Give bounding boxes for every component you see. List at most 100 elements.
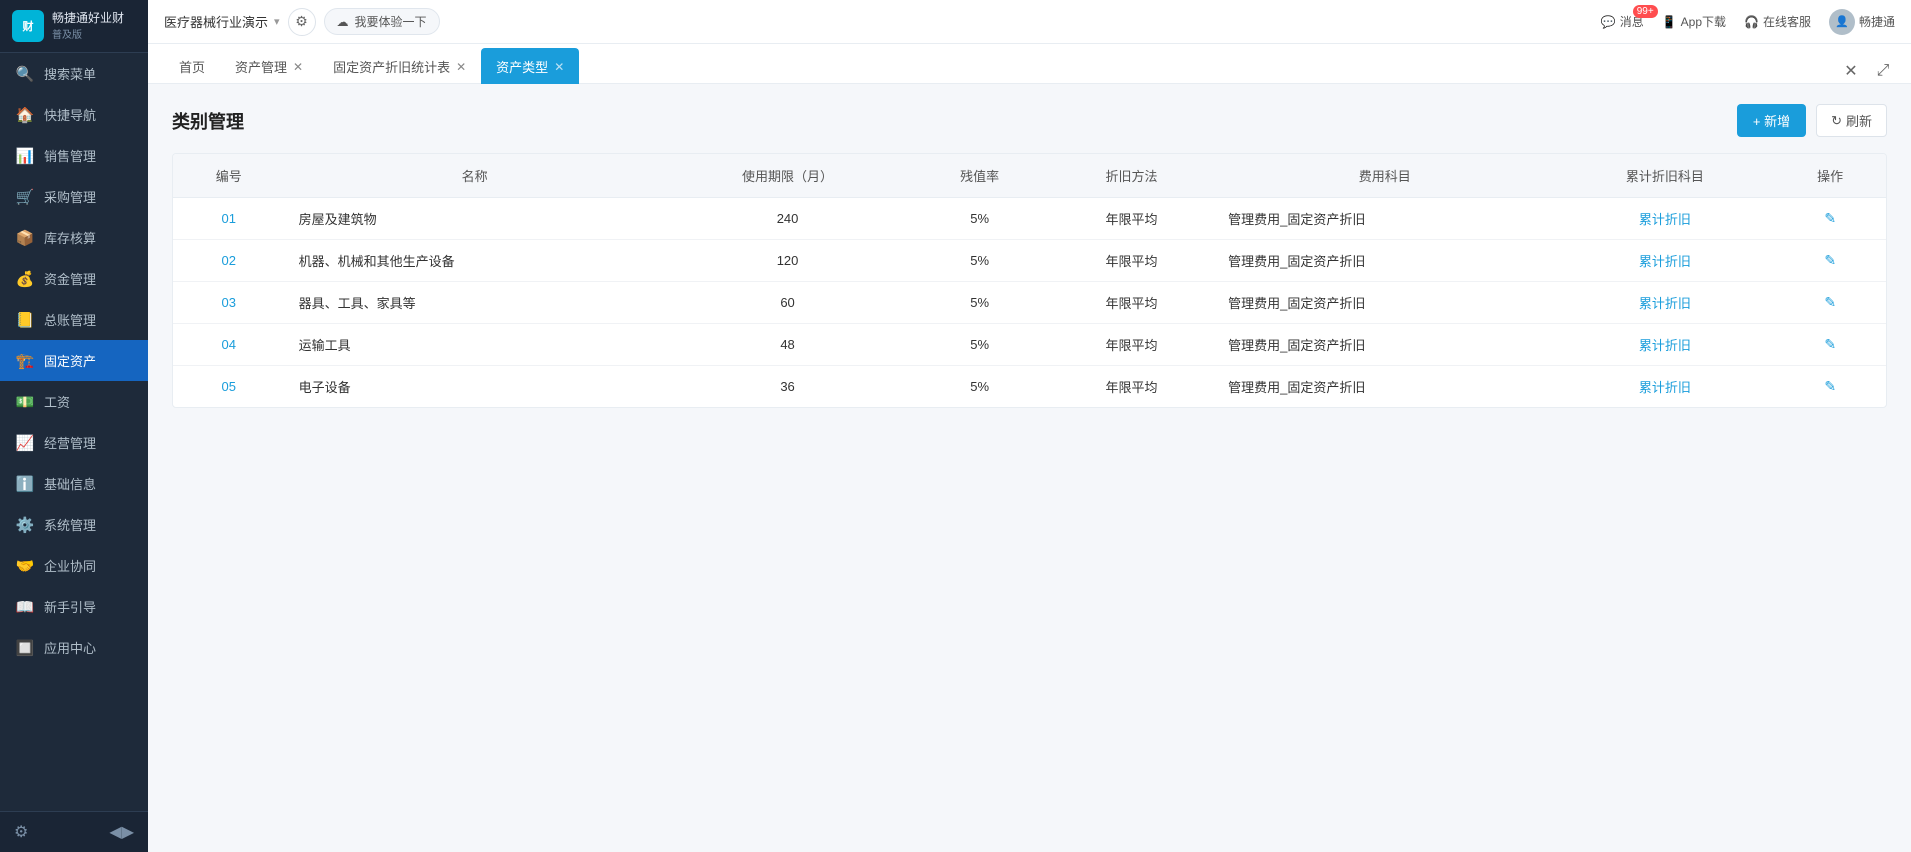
- sidebar-item-label: 总账管理: [44, 310, 96, 329]
- company-selector[interactable]: 医疗器械行业演示 ▾: [164, 12, 280, 31]
- sidebar-item-ledger[interactable]: 📒 总账管理: [0, 299, 148, 340]
- new-button[interactable]: + 新增: [1737, 104, 1806, 137]
- table-cell: 管理费用_固定资产折旧: [1214, 240, 1555, 282]
- table-cell: 累计折旧: [1555, 324, 1774, 366]
- sidebar-item-enterprise[interactable]: 🤝 企业协同: [0, 545, 148, 586]
- sidebar-item-label: 固定资产: [44, 351, 96, 370]
- tab-close-icon[interactable]: ✕: [456, 60, 466, 74]
- enterprise-icon: 🤝: [16, 557, 34, 575]
- table-cell: 管理费用_固定资产折旧: [1214, 324, 1555, 366]
- sidebar-item-fixed-assets[interactable]: 🏗️ 固定资产: [0, 340, 148, 381]
- logo-text: 畅捷通好业财: [52, 11, 124, 27]
- collapse-icon[interactable]: ◀▶: [109, 822, 134, 842]
- tab-label: 首页: [179, 57, 205, 76]
- table-cell: 5%: [910, 282, 1048, 324]
- tab-controls: ✕ ⤢: [1839, 59, 1895, 83]
- table-cell: 年限平均: [1049, 282, 1214, 324]
- app-logo: 财 畅捷通好业财 普及版: [0, 0, 148, 53]
- cloud-icon: ☁: [337, 15, 349, 29]
- edit-button[interactable]: ✎: [1774, 324, 1886, 366]
- table-cell: 240: [665, 198, 911, 240]
- company-settings-icon[interactable]: ⚙: [288, 8, 316, 36]
- table-cell: 04: [173, 324, 285, 366]
- sidebar: 财 畅捷通好业财 普及版 🔍 搜索菜单 🏠 快捷导航 📊 销售管理 🛒 采购管理…: [0, 0, 148, 852]
- col-header: 残值率: [910, 154, 1048, 198]
- basic-info-icon: ℹ️: [16, 475, 34, 493]
- tab-close-icon[interactable]: ✕: [293, 60, 303, 74]
- customer-service-button[interactable]: 🎧 在线客服: [1744, 13, 1811, 30]
- sidebar-item-system[interactable]: ⚙️ 系统管理: [0, 504, 148, 545]
- tab-asset-type[interactable]: 资产类型✕: [481, 48, 579, 84]
- purchase-icon: 🛒: [16, 188, 34, 206]
- col-header: 费用科目: [1214, 154, 1555, 198]
- edit-button[interactable]: ✎: [1774, 282, 1886, 324]
- table-row: 02机器、机械和其他生产设备1205%年限平均管理费用_固定资产折旧累计折旧✎: [173, 240, 1886, 282]
- message-icon: 💬: [1601, 15, 1616, 29]
- table-cell: 05: [173, 366, 285, 408]
- sidebar-item-quick-nav[interactable]: 🏠 快捷导航: [0, 94, 148, 135]
- table-cell: 管理费用_固定资产折旧: [1214, 282, 1555, 324]
- table-cell: 5%: [910, 240, 1048, 282]
- headset-icon: 🎧: [1744, 15, 1759, 29]
- quick-nav-icon: 🏠: [16, 106, 34, 124]
- edit-button[interactable]: ✎: [1774, 366, 1886, 408]
- sidebar-item-label: 采购管理: [44, 187, 96, 206]
- sidebar-item-sales[interactable]: 📊 销售管理: [0, 135, 148, 176]
- avatar: 👤: [1829, 9, 1855, 35]
- table-cell: 管理费用_固定资产折旧: [1214, 366, 1555, 408]
- sidebar-item-label: 资金管理: [44, 269, 96, 288]
- sidebar-item-app-center[interactable]: 🔲 应用中心: [0, 627, 148, 668]
- close-tab-button[interactable]: ✕: [1839, 59, 1863, 83]
- sidebar-nav: 🔍 搜索菜单 🏠 快捷导航 📊 销售管理 🛒 采购管理 📦 库存核算 💰 资金管…: [0, 53, 148, 811]
- sales-icon: 📊: [16, 147, 34, 165]
- table-cell: 房屋及建筑物: [285, 198, 665, 240]
- refresh-button[interactable]: ↻ 刷新: [1816, 104, 1887, 137]
- tab-close-icon[interactable]: ✕: [554, 60, 564, 74]
- sidebar-item-basic-info[interactable]: ℹ️ 基础信息: [0, 463, 148, 504]
- funds-icon: 💰: [16, 270, 34, 288]
- tab-fixed-asset-table[interactable]: 固定资产折旧统计表✕: [318, 48, 481, 84]
- sidebar-item-funds[interactable]: 💰 资金管理: [0, 258, 148, 299]
- ledger-icon: 📒: [16, 311, 34, 329]
- search-icon: 🔍: [16, 65, 34, 83]
- system-icon: ⚙️: [16, 516, 34, 534]
- table-header: 编号名称使用期限（月）残值率折旧方法费用科目累计折旧科目操作: [173, 154, 1886, 198]
- sidebar-item-label: 快捷导航: [44, 105, 96, 124]
- maximize-button[interactable]: ⤢: [1871, 59, 1895, 83]
- app-download-button[interactable]: 📱 App下载: [1662, 13, 1726, 30]
- logo-sub: 普及版: [52, 26, 124, 41]
- experience-button[interactable]: ☁ 我要体验一下: [324, 8, 440, 35]
- table-row: 01房屋及建筑物2405%年限平均管理费用_固定资产折旧累计折旧✎: [173, 198, 1886, 240]
- sidebar-item-search[interactable]: 🔍 搜索菜单: [0, 53, 148, 94]
- edit-button[interactable]: ✎: [1774, 240, 1886, 282]
- settings-icon[interactable]: ⚙: [14, 822, 28, 842]
- sidebar-item-inventory[interactable]: 📦 库存核算: [0, 217, 148, 258]
- logo-icon: 财: [12, 10, 44, 42]
- tab-home[interactable]: 首页: [164, 48, 220, 84]
- payroll-icon: 💵: [16, 393, 34, 411]
- sidebar-item-operations[interactable]: 📈 经营管理: [0, 422, 148, 463]
- sidebar-item-label: 基础信息: [44, 474, 96, 493]
- col-header: 编号: [173, 154, 285, 198]
- table-cell: 48: [665, 324, 911, 366]
- sidebar-item-purchase[interactable]: 🛒 采购管理: [0, 176, 148, 217]
- sidebar-item-label: 应用中心: [44, 638, 96, 657]
- sidebar-item-label: 工资: [44, 392, 70, 411]
- table-cell: 120: [665, 240, 911, 282]
- col-header: 累计折旧科目: [1555, 154, 1774, 198]
- sidebar-item-payroll[interactable]: 💵 工资: [0, 381, 148, 422]
- sidebar-item-guide[interactable]: 📖 新手引导: [0, 586, 148, 627]
- table-cell: 运输工具: [285, 324, 665, 366]
- edit-button[interactable]: ✎: [1774, 198, 1886, 240]
- table-cell: 01: [173, 198, 285, 240]
- col-header: 名称: [285, 154, 665, 198]
- table-row: 05电子设备365%年限平均管理费用_固定资产折旧累计折旧✎: [173, 366, 1886, 408]
- table-cell: 5%: [910, 198, 1048, 240]
- sidebar-item-label: 企业协同: [44, 556, 96, 575]
- user-menu[interactable]: 👤 畅捷通: [1829, 9, 1895, 35]
- table-row: 03器具、工具、家具等605%年限平均管理费用_固定资产折旧累计折旧✎: [173, 282, 1886, 324]
- chevron-down-icon: ▾: [274, 15, 280, 28]
- tab-asset-mgmt[interactable]: 资产管理✕: [220, 48, 318, 84]
- messages-button[interactable]: 💬 消息 99+: [1601, 13, 1644, 30]
- table-cell: 5%: [910, 366, 1048, 408]
